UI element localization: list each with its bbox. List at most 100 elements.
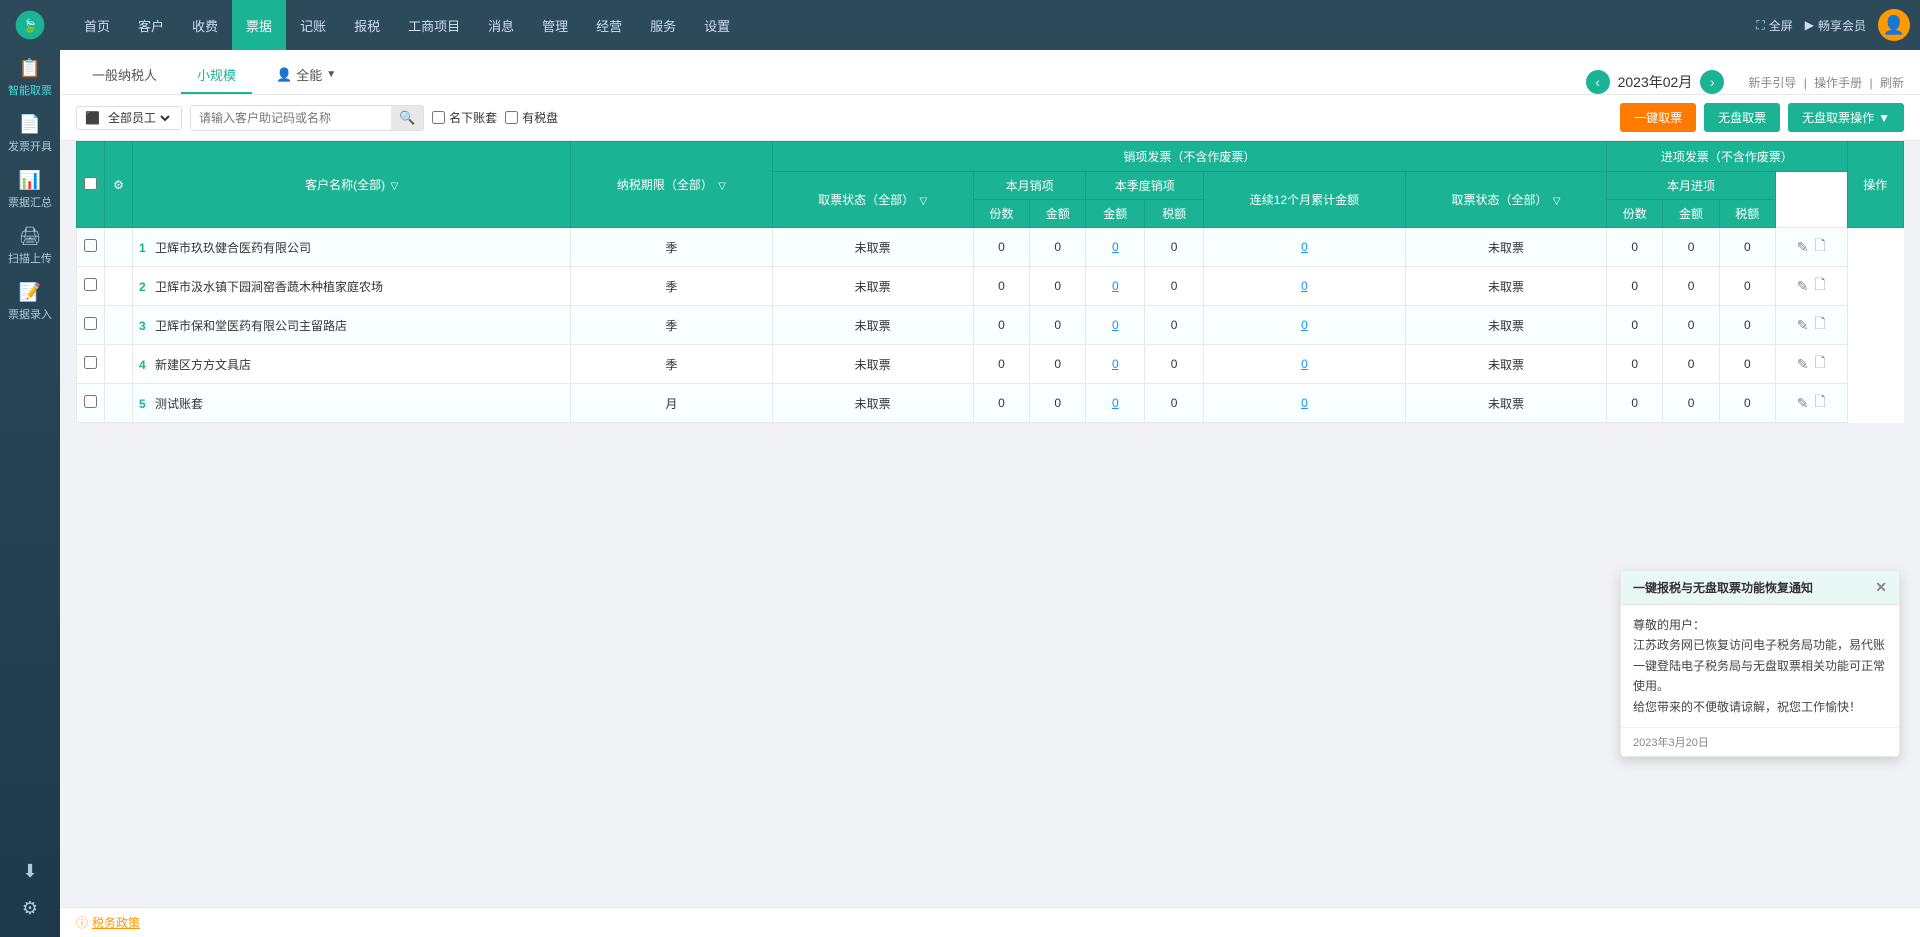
edit-icon[interactable]: ✎ [1797, 278, 1809, 295]
view-icon[interactable]: 🗋 [1815, 391, 1826, 415]
row-tax-period: 季 [571, 345, 772, 384]
row-purchase-status: 未取票 [1405, 306, 1606, 345]
row-checkbox[interactable] [84, 317, 97, 330]
tax-period-filter-icon[interactable]: ▽ [718, 181, 726, 192]
nav-billing[interactable]: 收费 [178, 0, 232, 50]
col-purchase-monthly-amount: 金额 [1663, 200, 1719, 228]
notif-body: 尊敬的用户： 江苏政务网已恢复访问电子税务局功能，易代账一键登陆电子税务局与无盘… [1621, 605, 1899, 727]
row-checkbox[interactable] [84, 239, 97, 252]
sidebar-item-data-entry[interactable]: 📝 票据录入 [0, 274, 60, 330]
sidebar-item-scan-upload-label: 扫描上传 [8, 250, 52, 266]
sidebar-item-settings-bottom[interactable]: ⚙ [0, 890, 60, 927]
select-all-checkbox[interactable] [84, 177, 97, 190]
row-checkbox[interactable] [84, 278, 97, 291]
nav-manage[interactable]: 管理 [528, 0, 582, 50]
sidebar-item-scan-upload[interactable]: 🖨 扫描上传 [0, 218, 60, 274]
edit-icon[interactable]: ✎ [1797, 356, 1809, 373]
manual-button[interactable]: 操作手册 [1814, 76, 1862, 90]
edit-icon[interactable]: ✎ [1797, 395, 1809, 412]
notif-header: 一键报税与无盘取票功能恢复通知 ✕ [1621, 571, 1899, 605]
row-sales-quarterly-amount: 0 [1086, 384, 1145, 423]
tax-policy-label[interactable]: 税务政策 [92, 914, 140, 931]
col-purchase-monthly-tax: 税额 [1719, 200, 1775, 228]
notif-close-button[interactable]: ✕ [1875, 579, 1887, 596]
row-sales-quarterly-amount: 0 [1086, 267, 1145, 306]
tab-all-label: 全能 [296, 65, 322, 84]
member-button[interactable]: ▶ 畅享会员 [1805, 17, 1866, 34]
view-icon[interactable]: 🗋 [1815, 274, 1826, 298]
nav-operation[interactable]: 经营 [582, 0, 636, 50]
sales-status-filter-icon[interactable]: ▽ [920, 196, 928, 207]
view-icon[interactable]: 🗋 [1815, 313, 1826, 337]
no-disk-fetch-button[interactable]: 无盘取票 [1704, 103, 1780, 132]
row-checkbox-cell [77, 384, 105, 423]
view-icon[interactable]: 🗋 [1815, 352, 1826, 376]
nav-invoice[interactable]: 票据 [232, 0, 286, 50]
fullscreen-label: 全屏 [1769, 17, 1793, 34]
nav-customer[interactable]: 客户 [124, 0, 178, 50]
col-purchase-header: 进项发票（不含作废票） [1607, 142, 1847, 172]
search-button[interactable]: 🔍 [391, 106, 423, 130]
table-container: ⚙ 客户名称(全部) ▽ 纳税期限（全部） ▽ 销项发票（不含作废票） 进项发票… [60, 141, 1920, 907]
employee-select[interactable]: 全部员工 [104, 110, 173, 126]
sidebar-bottom: ⬇ ⚙ [0, 853, 60, 937]
tab-general-taxpayer[interactable]: 一般纳税人 [76, 57, 173, 94]
subaccount-checkbox[interactable] [432, 111, 445, 124]
row-checkbox-cell [77, 345, 105, 384]
row-checkbox[interactable] [84, 395, 97, 408]
subaccount-checkbox-label[interactable]: 名下账套 [432, 109, 497, 126]
row-purchase-monthly-amount: 0 [1663, 228, 1719, 267]
nav-service[interactable]: 服务 [636, 0, 690, 50]
nav-settings[interactable]: 设置 [690, 0, 744, 50]
sidebar-item-smart-fetch[interactable]: 📋 智能取票 [0, 50, 60, 106]
table-row: 1 卫辉市玖玖健合医药有限公司 季 未取票 0 0 0 0 0 未取票 0 0 … [77, 228, 1904, 267]
nav-home[interactable]: 首页 [70, 0, 124, 50]
nav-tax[interactable]: 报税 [340, 0, 394, 50]
sidebar-item-invoice-summary[interactable]: 📊 票据汇总 [0, 162, 60, 218]
taxdisk-checkbox[interactable] [505, 111, 518, 124]
table-row: 3 卫辉市保和堂医药有限公司主留路店 季 未取票 0 0 0 0 0 未取票 0… [77, 306, 1904, 345]
avatar[interactable]: 👤 [1878, 9, 1910, 41]
edit-icon[interactable]: ✎ [1797, 239, 1809, 256]
row-sales-monthly-amount: 0 [1030, 228, 1086, 267]
sidebar-item-download[interactable]: ⬇ [0, 853, 60, 890]
view-icon[interactable]: 🗋 [1815, 235, 1826, 259]
sidebar-item-invoice-summary-label: 票据汇总 [8, 194, 52, 210]
next-period-button[interactable]: › [1700, 70, 1724, 94]
nav-message[interactable]: 消息 [474, 0, 528, 50]
nav-account[interactable]: 记账 [286, 0, 340, 50]
taxdisk-checkbox-label[interactable]: 有税盘 [505, 109, 558, 126]
sidebar-item-issue-invoice[interactable]: 📄 发票开具 [0, 106, 60, 162]
row-tax-period: 季 [571, 306, 772, 345]
col-sales-12m-header: 连续12个月累计金额 [1204, 172, 1406, 228]
row-sales-12m: 0 [1204, 228, 1406, 267]
svg-text:🍃: 🍃 [22, 18, 38, 33]
customer-filter-icon[interactable]: ▽ [390, 181, 398, 192]
top-nav: 首页 客户 收费 票据 记账 报税 工商项目 消息 管理 经营 服务 设置 ⛶ … [60, 0, 1920, 50]
edit-icon[interactable]: ✎ [1797, 317, 1809, 334]
data-entry-icon: 📝 [19, 282, 41, 303]
one-click-fetch-button[interactable]: 一键取票 [1620, 103, 1696, 132]
row-customer: 1 卫辉市玖玖健合医药有限公司 [133, 228, 571, 267]
nav-industrial[interactable]: 工商项目 [394, 0, 474, 50]
col-purchase-monthly-count: 份数 [1607, 200, 1663, 228]
invoice-table: ⚙ 客户名称(全部) ▽ 纳税期限（全部） ▽ 销项发票（不含作废票） 进项发票… [76, 141, 1904, 423]
employee-filter[interactable]: ⬛ 全部员工 [76, 106, 182, 130]
tab-small-scale[interactable]: 小规模 [181, 57, 252, 94]
no-disk-ops-button[interactable]: 无盘取票操作 ▼ [1788, 103, 1904, 132]
row-sales-monthly-amount: 0 [1030, 345, 1086, 384]
tab-all[interactable]: 👤 全能 ▼ [260, 57, 352, 94]
smart-fetch-icon: 📋 [19, 58, 41, 79]
row-sales-quarterly-tax: 0 [1145, 306, 1204, 345]
row-checkbox[interactable] [84, 356, 97, 369]
fullscreen-button[interactable]: ⛶ 全屏 [1756, 17, 1792, 34]
col-sales-header: 销项发票（不含作废票） [772, 142, 1607, 172]
purchase-status-filter-icon[interactable]: ▽ [1553, 196, 1561, 207]
row-tax-period: 月 [571, 384, 772, 423]
row-sales-status: 未取票 [772, 306, 973, 345]
prev-period-button[interactable]: ‹ [1586, 70, 1610, 94]
scan-upload-icon: 🖨 [19, 226, 42, 247]
new-guide-button[interactable]: 新手引导 [1748, 76, 1796, 90]
refresh-button[interactable]: 刷新 [1880, 76, 1904, 90]
search-input[interactable] [191, 107, 391, 129]
